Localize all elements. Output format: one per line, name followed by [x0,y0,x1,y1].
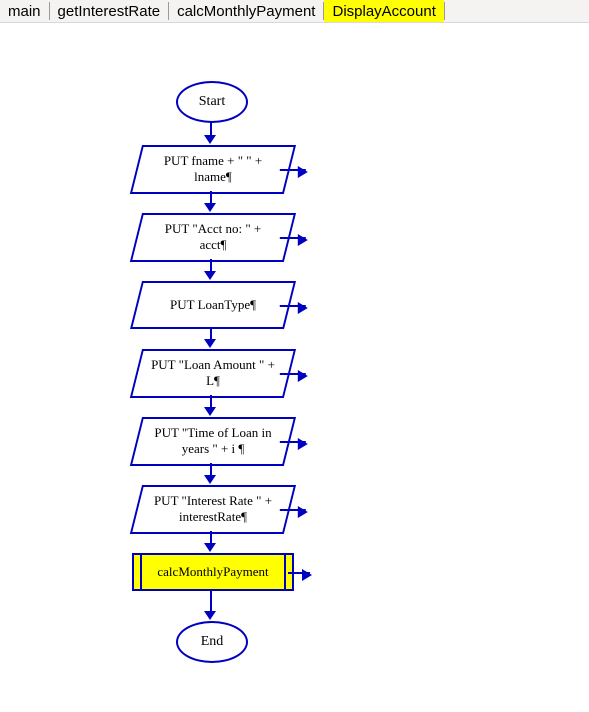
output-arrow-icon [280,237,306,239]
flow-end-label: End [201,634,224,650]
arrow-down-icon [204,203,216,212]
arrow-down-icon [204,611,216,620]
flow-output-5-text: PUT "Time of Loan in years " + i ¶ [138,419,288,464]
flow-output-6[interactable]: PUT "Interest Rate " + interestRate¶ [130,485,296,534]
tab-calcmonthlypayment[interactable]: calcMonthlyPayment [169,0,323,22]
tab-displayaccount[interactable]: DisplayAccount [324,0,443,22]
flow-output-1-text: PUT fname + " " + lname¶ [138,147,288,192]
flow-subroutine-call[interactable]: calcMonthlyPayment [132,553,294,591]
flow-output-4-text: PUT "Loan Amount " + L¶ [138,351,288,396]
flow-output-2[interactable]: PUT "Acct no: " + acct¶ [130,213,296,262]
subroutine-stripe-icon [140,555,142,589]
flow-output-6-text: PUT "Interest Rate " + interestRate¶ [138,487,288,532]
arrow-down-icon [204,271,216,280]
output-arrow-icon [288,572,310,574]
arrow-down-icon [204,407,216,416]
arrow-down-icon [204,135,216,144]
output-arrow-icon [280,373,306,375]
flow-start[interactable]: Start [176,81,248,123]
output-arrow-icon [280,509,306,511]
flowchart: Start PUT fname + " " + lname¶ PUT "Acct… [0,23,589,712]
flow-output-5[interactable]: PUT "Time of Loan in years " + i ¶ [130,417,296,466]
tab-getinterestrate[interactable]: getInterestRate [50,0,169,22]
flow-output-3[interactable]: PUT LoanType¶ [130,281,296,329]
connector [210,591,212,613]
flow-output-2-text: PUT "Acct no: " + acct¶ [138,215,288,260]
arrow-down-icon [204,543,216,552]
flow-end[interactable]: End [176,621,248,663]
output-arrow-icon [280,305,306,307]
tab-separator [444,2,445,20]
flow-output-1[interactable]: PUT fname + " " + lname¶ [130,145,296,194]
flow-output-4[interactable]: PUT "Loan Amount " + L¶ [130,349,296,398]
tab-bar: main getInterestRate calcMonthlyPayment … [0,0,589,23]
arrow-down-icon [204,339,216,348]
flow-start-label: Start [199,94,225,110]
output-arrow-icon [280,441,306,443]
subroutine-stripe-icon [284,555,286,589]
output-arrow-icon [280,169,306,171]
flow-subroutine-label: calcMonthlyPayment [134,555,292,589]
tab-main[interactable]: main [0,0,49,22]
flow-output-3-text: PUT LoanType¶ [138,283,288,327]
arrow-down-icon [204,475,216,484]
